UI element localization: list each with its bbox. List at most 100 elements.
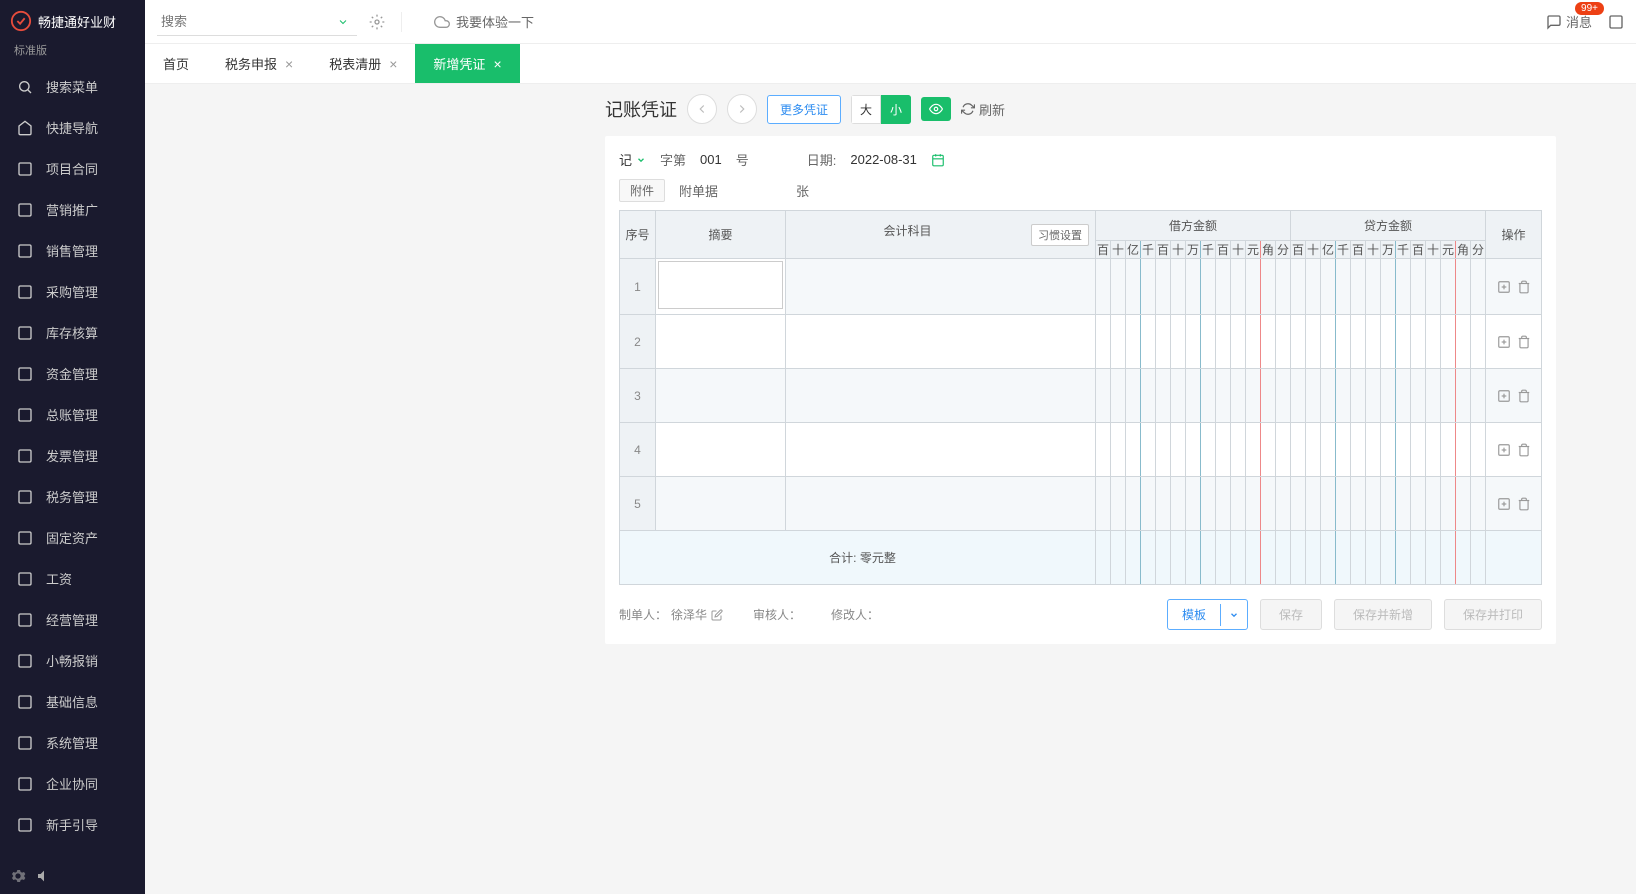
tab-3[interactable]: 新增凭证× <box>415 44 519 83</box>
sidebar-item-1[interactable]: 快捷导航 <box>0 107 145 148</box>
amount-digit[interactable] <box>1336 259 1351 315</box>
amount-digit[interactable] <box>1426 259 1441 315</box>
amount-digit[interactable] <box>1426 477 1441 531</box>
calendar-icon[interactable] <box>931 153 945 167</box>
amount-digit[interactable] <box>1456 259 1471 315</box>
amount-digit[interactable] <box>1411 423 1426 477</box>
delete-row-icon[interactable] <box>1517 497 1531 511</box>
amount-digit[interactable] <box>1321 315 1336 369</box>
amount-digit[interactable] <box>1231 315 1246 369</box>
amount-digit[interactable] <box>1231 369 1246 423</box>
abstract-cell[interactable] <box>656 477 786 531</box>
subject-cell[interactable] <box>786 315 1096 369</box>
amount-digit[interactable] <box>1321 423 1336 477</box>
amount-digit[interactable] <box>1411 259 1426 315</box>
sidebar-item-14[interactable]: 小畅报销 <box>0 640 145 681</box>
voucher-date[interactable]: 2022-08-31 <box>850 152 917 167</box>
save-button[interactable]: 保存 <box>1260 599 1322 630</box>
amount-digit[interactable] <box>1336 423 1351 477</box>
amount-digit[interactable] <box>1276 259 1291 315</box>
sidebar-item-15[interactable]: 基础信息 <box>0 681 145 722</box>
habit-settings-button[interactable]: 习惯设置 <box>1031 224 1089 246</box>
amount-digit[interactable] <box>1141 423 1156 477</box>
amount-digit[interactable] <box>1336 369 1351 423</box>
abstract-cell[interactable] <box>656 423 786 477</box>
delete-row-icon[interactable] <box>1517 443 1531 457</box>
amount-digit[interactable] <box>1471 423 1486 477</box>
next-button[interactable] <box>727 94 757 124</box>
add-row-icon[interactable] <box>1497 497 1511 511</box>
amount-digit[interactable] <box>1396 259 1411 315</box>
amount-digit[interactable] <box>1306 259 1321 315</box>
amount-digit[interactable] <box>1441 315 1456 369</box>
amount-digit[interactable] <box>1336 315 1351 369</box>
amount-digit[interactable] <box>1231 423 1246 477</box>
amount-digit[interactable] <box>1396 369 1411 423</box>
amount-digit[interactable] <box>1276 315 1291 369</box>
amount-digit[interactable] <box>1096 477 1111 531</box>
attachment-button[interactable]: 附件 <box>619 179 665 202</box>
amount-digit[interactable] <box>1381 477 1396 531</box>
amount-digit[interactable] <box>1471 259 1486 315</box>
settings-icon[interactable] <box>369 14 385 30</box>
amount-digit[interactable] <box>1321 477 1336 531</box>
amount-digit[interactable] <box>1381 315 1396 369</box>
amount-digit[interactable] <box>1441 369 1456 423</box>
amount-digit[interactable] <box>1321 369 1336 423</box>
message-button[interactable]: 消息 99+ <box>1546 12 1592 31</box>
amount-digit[interactable] <box>1396 315 1411 369</box>
amount-digit[interactable] <box>1186 477 1201 531</box>
more-voucher-button[interactable]: 更多凭证 <box>767 95 841 124</box>
amount-digit[interactable] <box>1396 423 1411 477</box>
amount-digit[interactable] <box>1246 477 1261 531</box>
amount-digit[interactable] <box>1201 259 1216 315</box>
amount-digit[interactable] <box>1261 477 1276 531</box>
sidebar-item-13[interactable]: 经营管理 <box>0 599 145 640</box>
size-large-button[interactable]: 大 <box>851 95 881 124</box>
amount-digit[interactable] <box>1171 369 1186 423</box>
amount-digit[interactable] <box>1276 369 1291 423</box>
amount-digit[interactable] <box>1171 477 1186 531</box>
view-button[interactable] <box>921 97 951 121</box>
amount-digit[interactable] <box>1366 369 1381 423</box>
template-button[interactable]: 模板 <box>1167 599 1248 630</box>
amount-digit[interactable] <box>1171 423 1186 477</box>
amount-digit[interactable] <box>1456 423 1471 477</box>
save-new-button[interactable]: 保存并新增 <box>1334 599 1432 630</box>
amount-digit[interactable] <box>1156 315 1171 369</box>
amount-digit[interactable] <box>1261 423 1276 477</box>
sidebar-item-0[interactable]: 搜索菜单 <box>0 66 145 107</box>
amount-digit[interactable] <box>1201 477 1216 531</box>
amount-digit[interactable] <box>1156 477 1171 531</box>
abstract-cell[interactable] <box>656 315 786 369</box>
amount-digit[interactable] <box>1456 477 1471 531</box>
subject-cell[interactable] <box>786 423 1096 477</box>
amount-digit[interactable] <box>1126 423 1141 477</box>
sidebar-item-3[interactable]: 营销推广 <box>0 189 145 230</box>
close-icon[interactable]: × <box>285 56 293 72</box>
add-row-icon[interactable] <box>1497 389 1511 403</box>
sidebar-item-2[interactable]: 项目合同 <box>0 148 145 189</box>
amount-digit[interactable] <box>1171 315 1186 369</box>
amount-digit[interactable] <box>1156 259 1171 315</box>
sidebar-item-17[interactable]: 企业协同 <box>0 763 145 804</box>
voucher-type[interactable]: 记 <box>619 150 646 169</box>
sidebar-item-16[interactable]: 系统管理 <box>0 722 145 763</box>
delete-row-icon[interactable] <box>1517 389 1531 403</box>
amount-digit[interactable] <box>1126 315 1141 369</box>
amount-digit[interactable] <box>1411 315 1426 369</box>
amount-digit[interactable] <box>1111 477 1126 531</box>
gear-icon[interactable] <box>10 868 26 884</box>
speaker-icon[interactable] <box>36 868 52 884</box>
amount-digit[interactable] <box>1306 369 1321 423</box>
amount-digit[interactable] <box>1276 477 1291 531</box>
amount-digit[interactable] <box>1126 259 1141 315</box>
amount-digit[interactable] <box>1261 259 1276 315</box>
abstract-cell[interactable] <box>656 259 786 315</box>
amount-digit[interactable] <box>1141 259 1156 315</box>
amount-digit[interactable] <box>1246 369 1261 423</box>
amount-digit[interactable] <box>1111 423 1126 477</box>
amount-digit[interactable] <box>1201 315 1216 369</box>
tab-2[interactable]: 税表清册× <box>311 44 415 83</box>
amount-digit[interactable] <box>1246 423 1261 477</box>
